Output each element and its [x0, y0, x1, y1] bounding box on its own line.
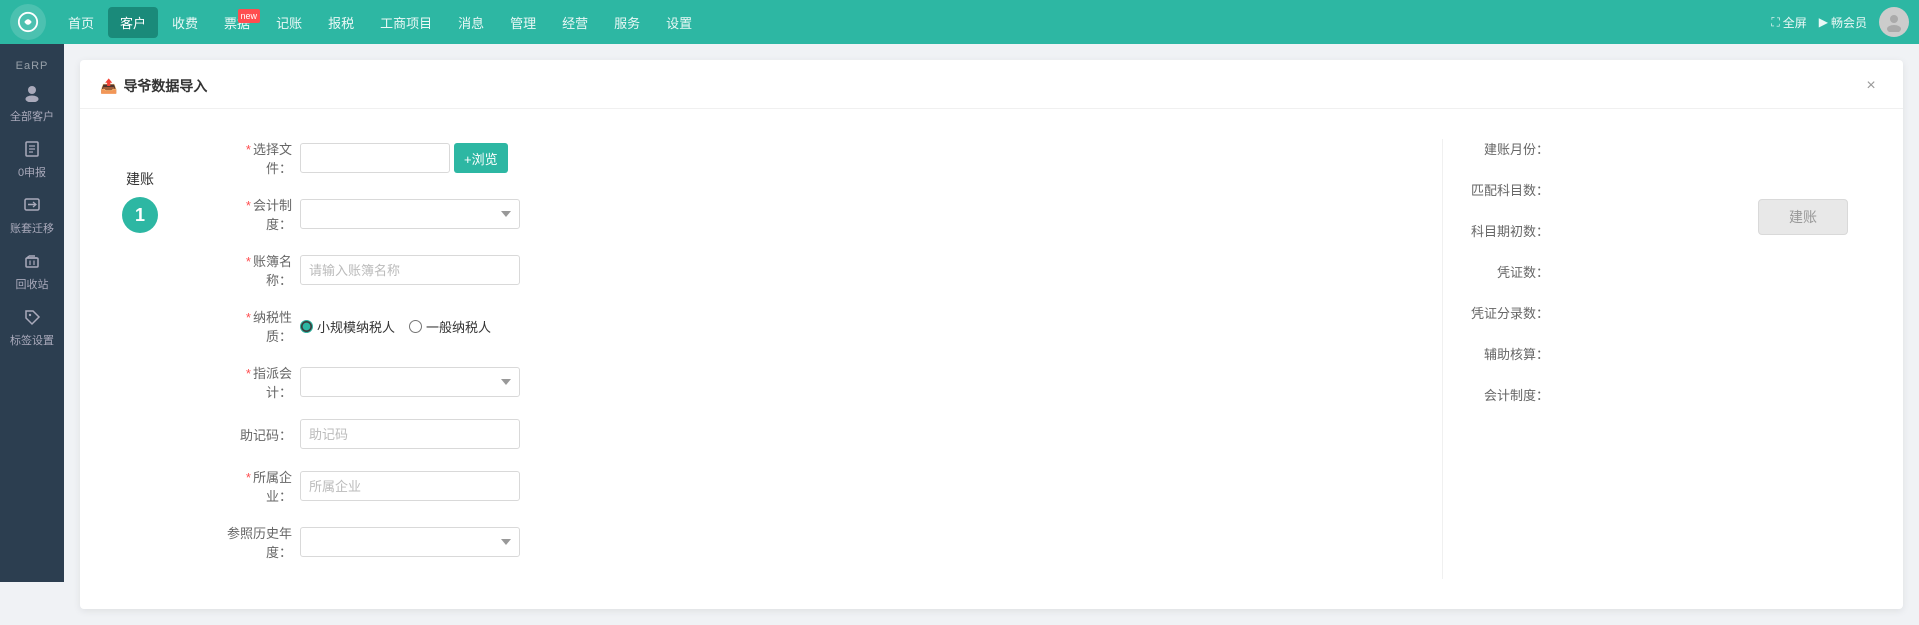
- dialog-header: 📤 导爷数据导入 ×: [80, 60, 1903, 109]
- memo-input[interactable]: [300, 419, 520, 449]
- info-init-balance-label: 科目期初数：: [1467, 221, 1557, 240]
- nav-item-tax[interactable]: 报税: [316, 7, 366, 38]
- memo-label: 助记码：: [220, 425, 300, 444]
- membership-button[interactable]: ▶ 畅会员: [1819, 14, 1867, 31]
- info-row-accounting-system: 会计制度：: [1467, 385, 1679, 404]
- info-aux-label: 辅助核算：: [1467, 344, 1557, 363]
- nav-item-manage[interactable]: 管理: [498, 7, 548, 38]
- new-badge: new: [238, 9, 261, 23]
- nav-item-fee[interactable]: 收费: [160, 7, 210, 38]
- info-row-month: 建账月份：: [1467, 139, 1679, 158]
- tags-icon: [23, 308, 41, 329]
- info-month-label: 建账月份：: [1467, 139, 1557, 158]
- radio-general-taxpayer[interactable]: 一般纳税人: [409, 317, 491, 336]
- info-voucher-entries-label: 凭证分录数：: [1467, 303, 1557, 322]
- file-row: +浏览: [300, 143, 508, 173]
- dialog-card: 📤 导爷数据导入 × 建账 1 选择文件： +浏览: [80, 60, 1903, 609]
- sidebar: EaRP 全部客户 0申报 账套迁移 回收站 标签设置: [0, 44, 64, 582]
- ledger-name-form-row: 账簿名称：: [220, 251, 1422, 289]
- browse-button[interactable]: +浏览: [454, 143, 508, 173]
- file-label: 选择文件：: [220, 139, 300, 177]
- recycle-icon: [23, 252, 41, 273]
- tax-type-label: 纳税性质：: [220, 307, 300, 345]
- file-input[interactable]: [300, 143, 450, 173]
- accountant-label: 指派会计：: [220, 363, 300, 401]
- accounting-system-form-row: 会计制度：: [220, 195, 1422, 233]
- accountant-select[interactable]: [300, 367, 520, 397]
- nav-item-business[interactable]: 工商项目: [368, 7, 444, 38]
- sidebar-item-declaration[interactable]: 0申报: [0, 132, 64, 188]
- info-row-match: 匹配科目数：: [1467, 180, 1679, 199]
- sidebar-item-all-clients[interactable]: 全部客户: [0, 76, 64, 132]
- accounting-system-label: 会计制度：: [220, 195, 300, 233]
- company-label: 所属企业：: [220, 467, 300, 505]
- form-section: 选择文件： +浏览 会计制度： 账簿名称：: [200, 139, 1443, 579]
- info-row-voucher-entries: 凭证分录数：: [1467, 303, 1679, 322]
- declaration-icon: [23, 140, 41, 161]
- history-select[interactable]: [300, 527, 520, 557]
- memo-form-row: 助记码：: [220, 419, 1422, 449]
- fullscreen-button[interactable]: ⛶ 全屏: [1771, 14, 1806, 31]
- nav-item-message[interactable]: 消息: [446, 7, 496, 38]
- info-section: 建账月份： 匹配科目数： 科目期初数： 凭证数： 凭证分录数：: [1443, 139, 1703, 579]
- nav-items: 首页 客户 收费 票据 new 记账 报税 工商项目 消息 管理 经营 服务 设…: [56, 7, 1771, 38]
- sidebar-item-tags[interactable]: 标签设置: [0, 300, 64, 356]
- dialog-body: 建账 1 选择文件： +浏览 会计制度：: [80, 109, 1903, 609]
- close-button[interactable]: ×: [1859, 74, 1883, 98]
- avatar[interactable]: [1879, 7, 1909, 37]
- fullscreen-icon: ⛶: [1771, 15, 1779, 30]
- nav-item-settings[interactable]: 设置: [654, 7, 704, 38]
- title-icon: 📤: [100, 78, 117, 95]
- step-label: 建账: [126, 169, 154, 189]
- sidebar-item-migration[interactable]: 账套迁移: [0, 188, 64, 244]
- all-clients-icon: [23, 84, 41, 105]
- logo[interactable]: [10, 4, 46, 40]
- step-circle: 1: [122, 197, 158, 233]
- history-form-row: 参照历史年度：: [220, 523, 1422, 561]
- nav-item-home[interactable]: 首页: [56, 7, 106, 38]
- nav-item-operation[interactable]: 经营: [550, 7, 600, 38]
- sidebar-item-recycle[interactable]: 回收站: [0, 244, 64, 300]
- info-row-init-balance: 科目期初数：: [1467, 221, 1679, 240]
- nav-right: ⛶ 全屏 ▶ 畅会员: [1771, 7, 1909, 37]
- step-section: 建账 1: [80, 139, 200, 579]
- info-row-aux: 辅助核算：: [1467, 344, 1679, 363]
- migration-icon: [23, 196, 41, 217]
- nav-item-service[interactable]: 服务: [602, 7, 652, 38]
- company-input[interactable]: [300, 471, 520, 501]
- accountant-form-row: 指派会计：: [220, 363, 1422, 401]
- file-form-row: 选择文件： +浏览: [220, 139, 1422, 177]
- nav-item-invoice[interactable]: 票据 new: [212, 7, 262, 38]
- create-account-button[interactable]: 建账: [1758, 199, 1848, 235]
- earp-label: EaRP: [10, 56, 55, 76]
- main-content: 📤 导爷数据导入 × 建账 1 选择文件： +浏览: [64, 44, 1919, 625]
- tax-type-form-row: 纳税性质： 小规模纳税人 一般纳税人: [220, 307, 1422, 345]
- membership-icon: ▶: [1819, 15, 1828, 29]
- ledger-name-label: 账簿名称：: [220, 251, 300, 289]
- info-row-vouchers: 凭证数：: [1467, 262, 1679, 281]
- radio-small-taxpayer[interactable]: 小规模纳税人: [300, 317, 395, 336]
- ledger-name-input[interactable]: [300, 255, 520, 285]
- nav-item-client[interactable]: 客户: [108, 7, 158, 38]
- dialog-title: 📤 导爷数据导入: [100, 76, 207, 96]
- accounting-system-select[interactable]: [300, 199, 520, 229]
- top-nav: 首页 客户 收费 票据 new 记账 报税 工商项目 消息 管理 经营 服务 设…: [0, 0, 1919, 44]
- tax-type-radio-group: 小规模纳税人 一般纳税人: [300, 317, 491, 336]
- info-accounting-system-label: 会计制度：: [1467, 385, 1557, 404]
- history-label: 参照历史年度：: [220, 523, 300, 561]
- info-match-label: 匹配科目数：: [1467, 180, 1557, 199]
- info-vouchers-label: 凭证数：: [1467, 262, 1557, 281]
- nav-item-accounting[interactable]: 记账: [264, 7, 314, 38]
- action-section: 建账: [1703, 139, 1903, 579]
- company-form-row: 所属企业：: [220, 467, 1422, 505]
